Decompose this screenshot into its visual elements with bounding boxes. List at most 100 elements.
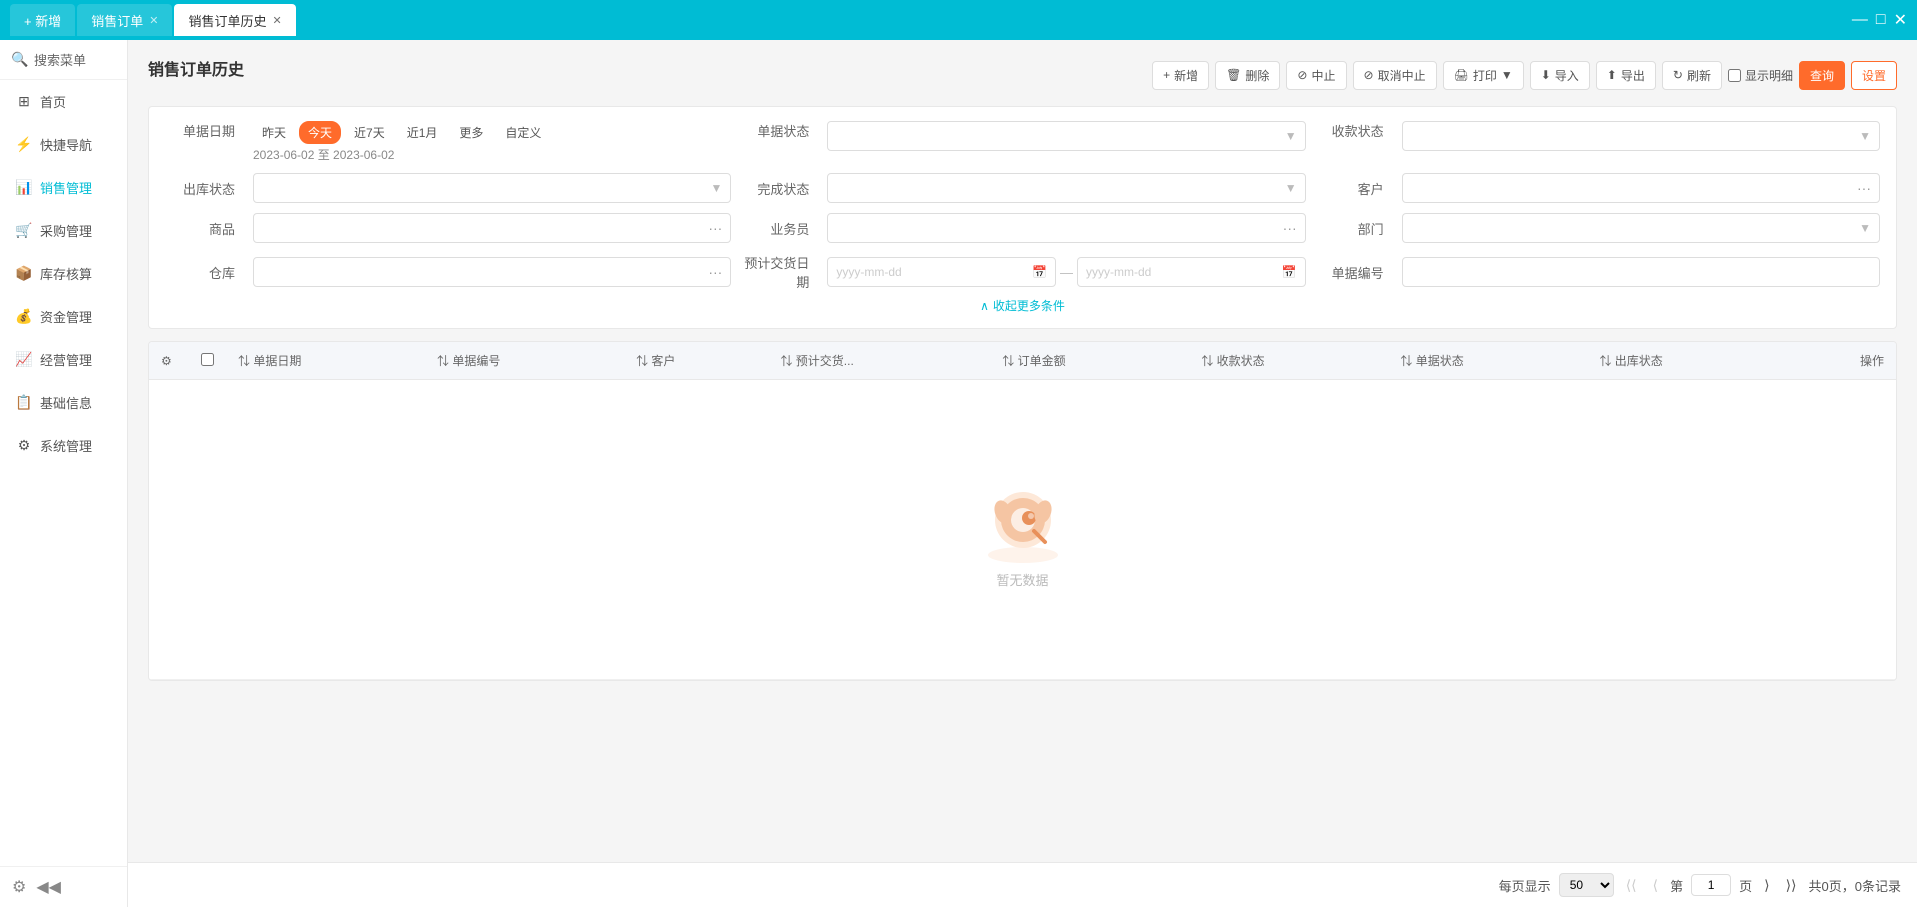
dept-select[interactable]: ▼	[1402, 213, 1880, 243]
th-delivery[interactable]: ⇅ 预计交货...	[768, 342, 990, 380]
purchase-icon: 🛒	[16, 223, 32, 239]
th-doc-status-label: ⇅ 单据状态	[1400, 354, 1463, 368]
tab-home-label: + 新增	[24, 11, 61, 30]
sidebar-item-finance-label: 资金管理	[40, 307, 92, 326]
collapse-sidebar-icon[interactable]: ◀◀	[36, 877, 61, 897]
cancel-stop-label: 取消中止	[1378, 67, 1426, 84]
warehouse-input[interactable]: ···	[253, 257, 731, 287]
display-detail-text: 显示明细	[1745, 67, 1793, 84]
salesperson-dots[interactable]: ···	[1283, 220, 1297, 236]
last-page-btn[interactable]: ⟩⟩	[1782, 875, 1801, 896]
delivery-start-input[interactable]: yyyy-mm-dd 📅	[827, 257, 1056, 287]
print-button[interactable]: 🖨 打印 ▼	[1443, 61, 1524, 90]
th-outbound-status[interactable]: ⇅ 出库状态	[1587, 342, 1786, 380]
delete-button[interactable]: 🗑 删除	[1215, 61, 1280, 90]
search-icon: 🔍	[12, 52, 28, 68]
date-btn-7days[interactable]: 近7天	[345, 121, 394, 144]
sidebar-item-sales[interactable]: 📊 销售管理	[0, 166, 127, 209]
tab-sales-history[interactable]: 销售订单历史 ✕	[174, 4, 295, 36]
sidebar-item-system[interactable]: ⚙ 系统管理	[0, 424, 127, 467]
th-date[interactable]: ⇅ 单据日期	[226, 342, 425, 380]
window-close-icon[interactable]: ✕	[1894, 10, 1907, 30]
import-button[interactable]: ⬇ 导入	[1530, 61, 1590, 90]
status-select[interactable]: ▼	[827, 121, 1305, 151]
salesperson-input[interactable]: ···	[827, 213, 1305, 243]
date-btn-yesterday[interactable]: 昨天	[253, 121, 295, 144]
query-button[interactable]: 查询	[1799, 61, 1845, 90]
page-size-select[interactable]: 10 20 50 100	[1559, 873, 1614, 897]
date-btn-more[interactable]: 更多	[450, 121, 492, 144]
tab-home[interactable]: + 新增	[10, 4, 75, 36]
order-no-input[interactable]	[1402, 257, 1880, 287]
display-detail-label[interactable]: 显示明细	[1728, 67, 1793, 84]
th-settings[interactable]: ⚙	[149, 342, 189, 380]
select-all-checkbox[interactable]	[201, 353, 214, 366]
warehouse-dots[interactable]: ···	[708, 264, 722, 280]
refresh-icon: ↻	[1673, 68, 1683, 82]
tab-sales-history-close[interactable]: ✕	[272, 14, 281, 27]
new-button[interactable]: + 新增	[1152, 61, 1209, 90]
th-checkbox[interactable]	[189, 342, 226, 380]
empty-illustration	[973, 470, 1073, 570]
product-input[interactable]: ···	[253, 213, 731, 243]
sidebar-item-finance[interactable]: 💰 资金管理	[0, 295, 127, 338]
stop-button[interactable]: ⊘ 中止	[1286, 61, 1346, 90]
prev-page-btn[interactable]: ⟨	[1649, 875, 1662, 896]
export-button[interactable]: ⬆ 导出	[1596, 61, 1656, 90]
customer-label: 客户	[1314, 179, 1384, 198]
current-page-input[interactable]	[1691, 874, 1731, 896]
th-date-label: ⇅ 单据日期	[238, 354, 301, 368]
th-amount[interactable]: ⇅ 订单金额	[990, 342, 1189, 380]
complete-select[interactable]: ▼	[827, 173, 1305, 203]
sidebar-item-inventory-label: 库存核算	[40, 264, 92, 283]
sidebar-item-basic[interactable]: 📋 基础信息	[0, 381, 127, 424]
sidebar-item-home-label: 首页	[40, 92, 66, 111]
delivery-date-control: yyyy-mm-dd 📅 — yyyy-mm-dd 📅	[827, 257, 1305, 287]
main-content: 销售订单历史 + 新增 🗑 删除 ⊘ 中止 ⊘	[128, 40, 1917, 907]
customer-dots[interactable]: ···	[1857, 180, 1871, 196]
product-dots[interactable]: ···	[708, 220, 722, 236]
payment-select[interactable]: ▼	[1402, 121, 1880, 151]
delivery-end-calendar-icon[interactable]: 📅	[1282, 265, 1297, 279]
tab-sales-order-close[interactable]: ✕	[149, 14, 158, 27]
collapse-btn[interactable]: ∧ 收起更多条件	[165, 297, 1880, 314]
th-order-no[interactable]: ⇅ 单据编号	[425, 342, 624, 380]
sidebar-item-operations[interactable]: 📈 经营管理	[0, 338, 127, 381]
delete-label: 删除	[1245, 67, 1269, 84]
inventory-icon: 📦	[16, 266, 32, 282]
payment-dropdown-icon: ▼	[1859, 129, 1871, 143]
refresh-button[interactable]: ↻ 刷新	[1662, 61, 1722, 90]
th-doc-status[interactable]: ⇅ 单据状态	[1388, 342, 1587, 380]
date-btn-1month[interactable]: 近1月	[398, 121, 447, 144]
sidebar-search[interactable]: 🔍 搜索菜单	[0, 40, 127, 80]
outbound-label: 出库状态	[165, 179, 235, 198]
page-label-before: 第	[1670, 876, 1683, 895]
next-page-btn[interactable]: ⟩	[1760, 875, 1773, 896]
display-detail-checkbox[interactable]	[1728, 69, 1741, 82]
sidebar-item-home[interactable]: ⊞ 首页	[0, 80, 127, 123]
toolbar: + 新增 🗑 删除 ⊘ 中止 ⊘ 取消中止	[1152, 61, 1897, 90]
sidebar-item-quick-nav[interactable]: ⚡ 快捷导航	[0, 123, 127, 166]
date-btn-custom[interactable]: 自定义	[496, 121, 550, 144]
window-minimize-icon[interactable]: —	[1852, 11, 1868, 29]
top-bar-actions: — □ ✕	[1852, 10, 1907, 30]
th-payment-status[interactable]: ⇅ 收款状态	[1189, 342, 1388, 380]
settings-button[interactable]: 设置	[1851, 61, 1897, 90]
outbound-select[interactable]: ▼	[253, 173, 731, 203]
first-page-btn[interactable]: ⟨⟨	[1622, 875, 1641, 896]
th-customer[interactable]: ⇅ 客户	[624, 342, 768, 380]
date-btn-today[interactable]: 今天	[299, 121, 341, 144]
window-maximize-icon[interactable]: □	[1876, 11, 1886, 29]
delete-icon: 🗑	[1226, 68, 1241, 82]
cancel-stop-button[interactable]: ⊘ 取消中止	[1353, 61, 1437, 90]
delivery-end-input[interactable]: yyyy-mm-dd 📅	[1077, 257, 1306, 287]
salesperson-label: 业务员	[739, 219, 809, 238]
delivery-start-calendar-icon[interactable]: 📅	[1032, 265, 1047, 279]
sidebar-item-purchase[interactable]: 🛒 采购管理	[0, 209, 127, 252]
tab-sales-order[interactable]: 销售订单 ✕	[77, 4, 172, 36]
refresh-label: 刷新	[1687, 67, 1711, 84]
customer-input[interactable]: ···	[1402, 173, 1880, 203]
settings-bottom-icon[interactable]: ⚙	[12, 877, 26, 897]
sidebar-item-inventory[interactable]: 📦 库存核算	[0, 252, 127, 295]
column-settings-icon[interactable]: ⚙	[161, 354, 172, 368]
